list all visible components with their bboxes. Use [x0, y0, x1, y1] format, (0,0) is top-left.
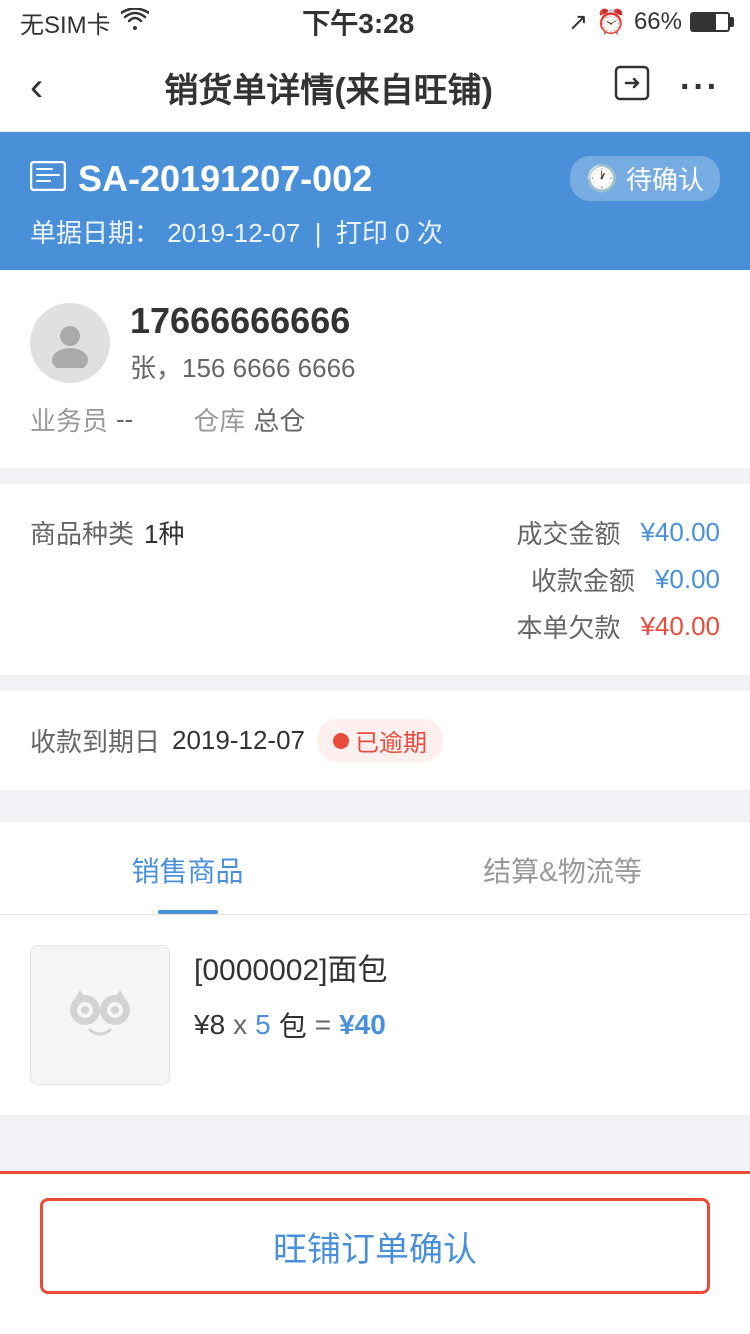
product-multiply: x	[233, 1009, 247, 1041]
order-date-row: 单据日期： 2019-12-07 | 打印 0 次	[30, 213, 720, 250]
product-kind-label: 商品种类	[30, 514, 134, 551]
order-id: SA-20191207-002	[30, 158, 372, 200]
due-date-section: 收款到期日 2019-12-07 已逾期	[0, 691, 750, 790]
sales-value: --	[116, 404, 133, 435]
product-qty: 5	[255, 1009, 271, 1041]
product-name: [0000002]面包	[194, 945, 720, 989]
more-icon[interactable]: ···	[680, 68, 720, 107]
status-bar: 无SIM卡 下午3:28 ↗ ⏰ 66%	[0, 0, 750, 44]
product-kind-value: 1种	[144, 514, 184, 551]
carrier-label: 无SIM卡	[20, 5, 111, 40]
product-price: ¥8	[194, 1009, 225, 1041]
order-icon	[30, 158, 66, 200]
tabs-row: 销售商品 结算&物流等	[0, 822, 750, 915]
back-button[interactable]: ‹	[30, 65, 43, 110]
location-icon: ↗	[568, 8, 588, 37]
amount-section: 商品种类 1种 成交金额 ¥40.00 收款金额 ¥0.00 本单欠款 ¥40.…	[0, 484, 750, 675]
sales-label: 业务员	[30, 401, 108, 438]
due-date-label: 收款到期日	[30, 722, 160, 759]
status-time: 下午3:28	[302, 2, 414, 42]
avatar	[30, 303, 110, 383]
order-header: SA-20191207-002 🕐 待确认 单据日期： 2019-12-07 |…	[0, 132, 750, 270]
product-info: [0000002]面包 ¥8 x 5 包 = ¥40	[194, 945, 720, 1045]
product-item: [0000002]面包 ¥8 x 5 包 = ¥40	[0, 915, 750, 1115]
confirm-order-button[interactable]: 旺铺订单确认	[40, 1198, 710, 1294]
clock-icon: 🕐	[586, 163, 618, 194]
share-icon[interactable]	[614, 65, 650, 110]
warehouse-value: 总仓	[253, 401, 305, 438]
tab-settlement-logistics[interactable]: 结算&物流等	[375, 822, 750, 914]
battery-icon	[690, 12, 730, 32]
wifi-icon	[121, 8, 149, 37]
customer-meta: 业务员 -- 仓库 总仓	[30, 401, 720, 438]
battery-percent: 66%	[634, 8, 682, 36]
order-status: 🕐 待确认	[570, 156, 720, 201]
customer-name: 张，156 6666 6666	[130, 348, 356, 385]
received-value: ¥0.00	[655, 564, 720, 595]
customer-info: 17666666666 张，156 6666 6666	[130, 300, 356, 385]
customer-section: 17666666666 张，156 6666 6666 业务员 -- 仓库 总仓	[0, 270, 750, 468]
overdue-label: 已逾期	[355, 723, 427, 758]
nav-bar: ‹ 销货单详情(来自旺铺) ···	[0, 44, 750, 132]
overdue-badge: 已逾期	[317, 719, 443, 762]
tabs-section: 销售商品 结算&物流等	[0, 822, 750, 915]
received-label: 收款金额	[531, 561, 635, 598]
status-left: 无SIM卡	[20, 5, 149, 40]
overdue-dot-icon	[333, 733, 349, 749]
deal-amount-label: 成交金额	[516, 514, 620, 551]
section-divider	[0, 806, 750, 822]
alarm-icon: ⏰	[596, 8, 626, 37]
owed-label: 本单欠款	[516, 608, 620, 645]
product-total: ¥40	[339, 1009, 386, 1041]
due-date-value: 2019-12-07	[172, 725, 305, 756]
product-kind: 商品种类 1种	[30, 514, 184, 551]
deal-amount-value: ¥40.00	[640, 517, 720, 548]
confirm-button-wrap: 旺铺订单确认	[0, 1171, 750, 1334]
amount-details: 成交金额 ¥40.00 收款金额 ¥0.00 本单欠款 ¥40.00	[516, 514, 720, 645]
page-title: 销货单详情(来自旺铺)	[164, 63, 493, 112]
customer-phone: 17666666666	[130, 300, 356, 342]
tab-sales-products[interactable]: 销售商品	[0, 822, 375, 914]
warehouse-label: 仓库	[193, 401, 245, 438]
product-price-row: ¥8 x 5 包 = ¥40	[194, 1005, 720, 1045]
nav-actions: ···	[614, 65, 720, 110]
status-right: ↗ ⏰ 66%	[568, 8, 730, 37]
product-equals: =	[315, 1009, 331, 1041]
owed-value: ¥40.00	[640, 611, 720, 642]
product-unit: 包	[279, 1005, 307, 1045]
product-image	[30, 945, 170, 1085]
